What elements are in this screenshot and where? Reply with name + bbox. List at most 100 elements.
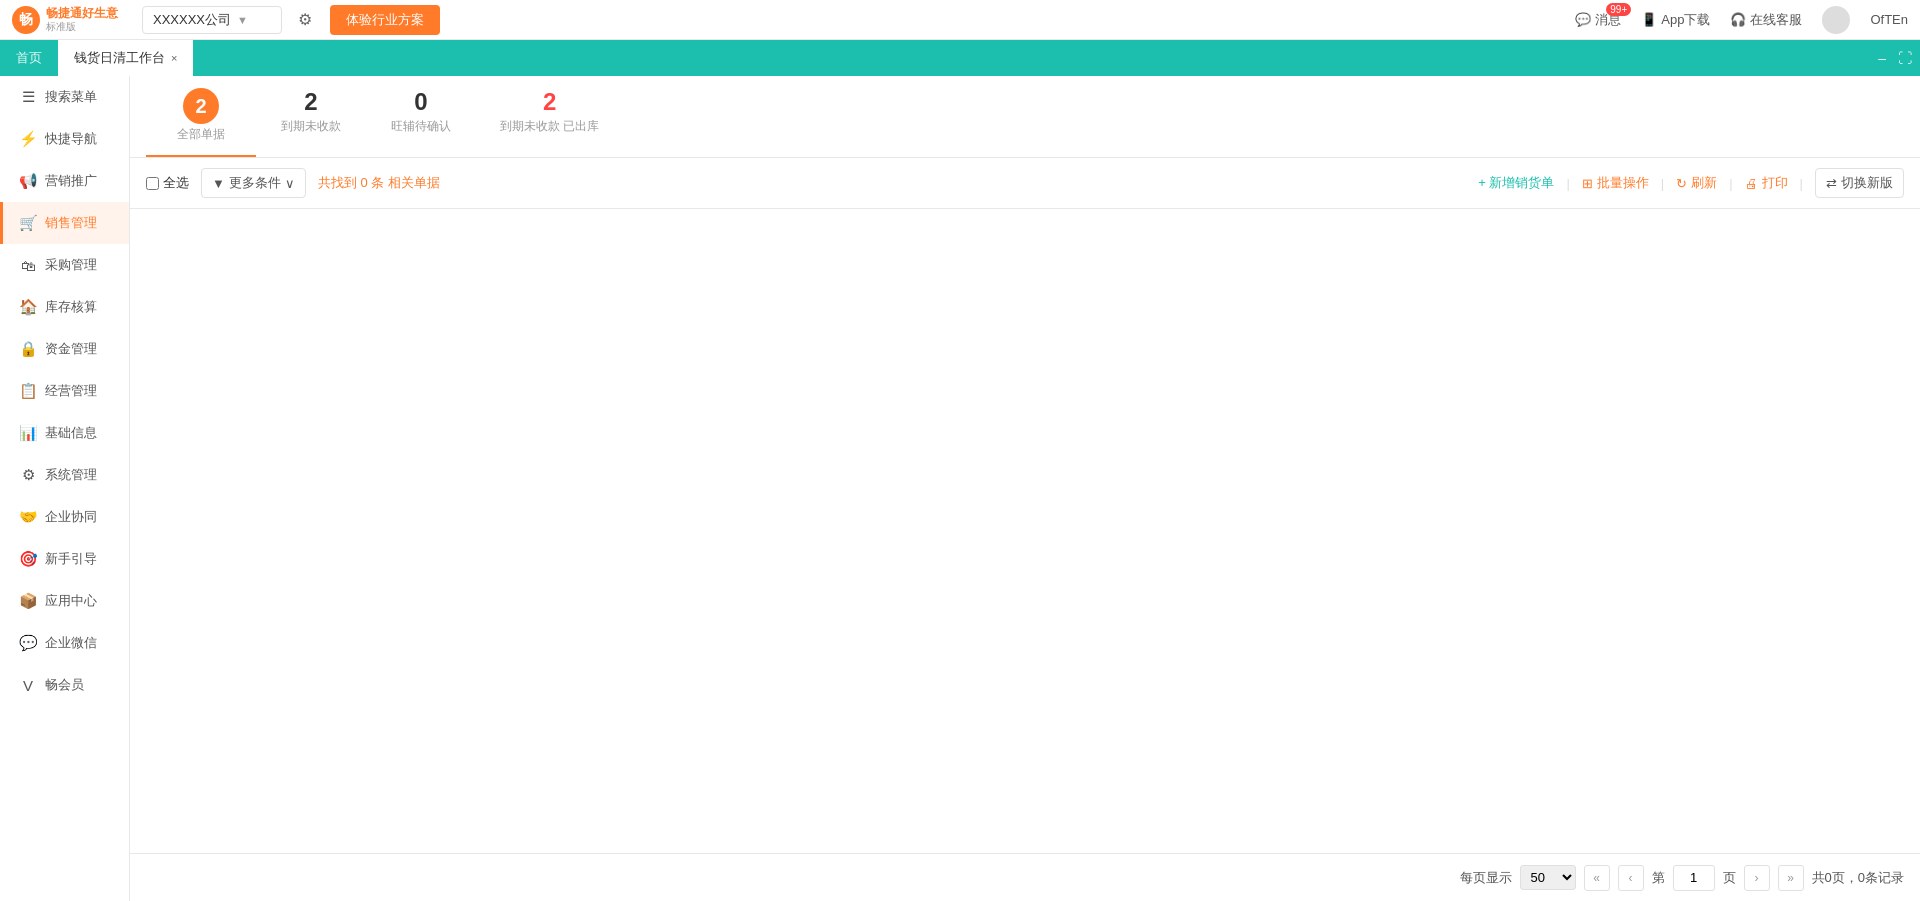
sidebar-item-label: 应用中心 [45,592,97,610]
sidebar-item-wechat[interactable]: 💬 企业微信 [0,622,129,664]
tab-active-label: 钱货日清工作台 [74,49,165,67]
sidebar: ☰ 搜索菜单 ⚡ 快捷导航 📢 营销推广 🛒 销售管理 🛍 采购管理 🏠 库存核… [0,76,130,901]
nav-tabs-bar: 首页 钱货日清工作台 × – ⛶ [0,40,1920,76]
message-badge: 99+ [1606,3,1631,16]
sidebar-item-vip[interactable]: V 畅会员 [0,664,129,706]
sidebar-item-enterprise[interactable]: 🤝 企业协同 [0,496,129,538]
sidebar-item-label: 营销推广 [45,172,97,190]
select-all-input[interactable] [146,177,159,190]
tab-minimize-icon[interactable]: – [1878,50,1886,66]
chevron-down-icon: ▼ [237,14,248,26]
avatar[interactable] [1822,6,1850,34]
settings-icon[interactable]: ⚙ [290,5,320,35]
found-suffix: 条 [371,175,384,190]
related-label: 相关单据 [388,175,440,190]
tab-expand-icon[interactable]: ⛶ [1898,50,1912,66]
sidebar-item-marketing[interactable]: 📢 营销推广 [0,160,129,202]
pagination-bar: 每页显示 50 20 100 « ‹ 第 页 › » 共0页，0条记录 [130,853,1920,901]
top-bar: 畅 畅捷通好生意 标准版 XXXXXX公司 ▼ ⚙ 体验行业方案 💬 消息 99… [0,0,1920,40]
nav-tabs-right: – ⛶ [1878,50,1920,66]
page-input[interactable] [1673,865,1715,891]
sidebar-item-biz-mgmt[interactable]: 📋 经营管理 [0,370,129,412]
stat-tab-all[interactable]: 2 全部单据 [146,76,256,157]
sidebar-item-inventory[interactable]: 🏠 库存核算 [0,286,129,328]
basic-info-icon: 📊 [19,424,37,442]
sidebar-item-label: 库存核算 [45,298,97,316]
online-service-button[interactable]: 🎧 在线客服 [1730,11,1802,29]
sidebar-item-basic-info[interactable]: 📊 基础信息 [0,412,129,454]
total-records: 共0页，0条记录 [1812,869,1904,887]
sidebar-item-guide[interactable]: 🎯 新手引导 [0,538,129,580]
marketing-icon: 📢 [19,172,37,190]
app-center-icon: 📦 [19,592,37,610]
sidebar-item-label: 系统管理 [45,466,97,484]
first-page-button[interactable]: « [1584,865,1610,891]
sidebar-item-search-menu[interactable]: ☰ 搜索菜单 [0,76,129,118]
toolbar-right: + 新增销货单 | ⊞ 批量操作 | ↻ 刷新 | 🖨 打印 | ⇄ [1478,168,1904,198]
app-download-label: App下载 [1661,11,1710,29]
sidebar-item-label: 新手引导 [45,550,97,568]
divider-1: | [1566,176,1569,191]
sidebar-item-app-center[interactable]: 📦 应用中心 [0,580,129,622]
logo-area: 畅 畅捷通好生意 标准版 [12,6,142,34]
tab-active[interactable]: 钱货日清工作台 × [58,40,193,76]
stat-label-overdue: 到期未收款 [281,118,341,135]
refresh-button[interactable]: ↻ 刷新 [1676,174,1717,192]
refresh-icon: ↻ [1676,176,1687,191]
divider-2: | [1661,176,1664,191]
user-name[interactable]: OfTEn [1870,12,1908,27]
next-page-button[interactable]: › [1744,865,1770,891]
sidebar-item-label: 经营管理 [45,382,97,400]
logo-sub-title: 标准版 [46,21,118,33]
select-all-checkbox[interactable]: 全选 [146,174,189,192]
stat-tab-overdue[interactable]: 2 到期未收款 [256,76,366,157]
company-selector[interactable]: XXXXXX公司 ▼ [142,6,282,34]
top-bar-right: 💬 消息 99+ 📱 App下载 🎧 在线客服 OfTEn [1575,6,1908,34]
batch-icon: ⊞ [1582,176,1593,191]
table-area [130,209,1920,853]
main-layout: ☰ 搜索菜单 ⚡ 快捷导航 📢 营销推广 🛒 销售管理 🛍 采购管理 🏠 库存核… [0,76,1920,901]
sidebar-item-sales-mgmt[interactable]: 🛒 销售管理 [0,202,129,244]
message-button[interactable]: 💬 消息 99+ [1575,11,1621,29]
inventory-icon: 🏠 [19,298,37,316]
switch-version-button[interactable]: ⇄ 切换新版 [1815,168,1904,198]
sidebar-item-sys-mgmt[interactable]: ⚙ 系统管理 [0,454,129,496]
logo-main-title: 畅捷通好生意 [46,6,118,20]
tab-close-icon[interactable]: × [171,52,177,64]
prev-page-button[interactable]: ‹ [1618,865,1644,891]
sidebar-item-label: 畅会员 [45,676,84,694]
stat-number-all: 2 [183,88,219,124]
finance-icon: 🔒 [19,340,37,358]
toolbar: 全选 ▼ 更多条件 ∨ 共找到 0 条 相关单据 + 新增销货单 | ⊞ 批量操… [130,158,1920,209]
stat-number-overdue-out: 2 [543,88,556,116]
experience-button[interactable]: 体验行业方案 [330,5,440,35]
stat-tab-pending[interactable]: 0 旺辅待确认 [366,76,476,157]
sidebar-item-label: 企业协同 [45,508,97,526]
purchase-icon: 🛍 [19,257,37,274]
switch-icon: ⇄ [1826,176,1837,191]
filter-button[interactable]: ▼ 更多条件 ∨ [201,168,306,198]
last-page-button[interactable]: » [1778,865,1804,891]
print-button[interactable]: 🖨 打印 [1745,174,1788,192]
add-sale-order-button[interactable]: + 新增销货单 [1478,174,1554,192]
content-area: 2 全部单据 2 到期未收款 0 旺辅待确认 2 到期未收款 已出库 全选 [130,76,1920,901]
sidebar-item-label: 采购管理 [45,256,97,274]
sidebar-item-quick-nav[interactable]: ⚡ 快捷导航 [0,118,129,160]
chevron-down-icon: ∨ [285,176,295,191]
divider-3: | [1729,176,1732,191]
tab-home-label: 首页 [16,49,42,67]
switch-label: 切换新版 [1841,174,1893,192]
sidebar-item-purchase-mgmt[interactable]: 🛍 采购管理 [0,244,129,286]
sidebar-item-finance-mgmt[interactable]: 🔒 资金管理 [0,328,129,370]
sidebar-item-label: 搜索菜单 [45,88,97,106]
found-count-text: 共找到 0 条 相关单据 [318,174,440,192]
sales-icon: 🛒 [19,214,37,232]
per-page-select[interactable]: 50 20 100 [1520,865,1576,890]
stat-tab-overdue-out[interactable]: 2 到期未收款 已出库 [476,76,623,157]
sys-icon: ⚙ [19,466,37,484]
per-page-label: 每页显示 [1460,869,1512,887]
batch-operation-button[interactable]: ⊞ 批量操作 [1582,174,1649,192]
wechat-icon: 💬 [19,634,37,652]
app-download-button[interactable]: 📱 App下载 [1641,11,1710,29]
tab-home[interactable]: 首页 [0,40,58,76]
